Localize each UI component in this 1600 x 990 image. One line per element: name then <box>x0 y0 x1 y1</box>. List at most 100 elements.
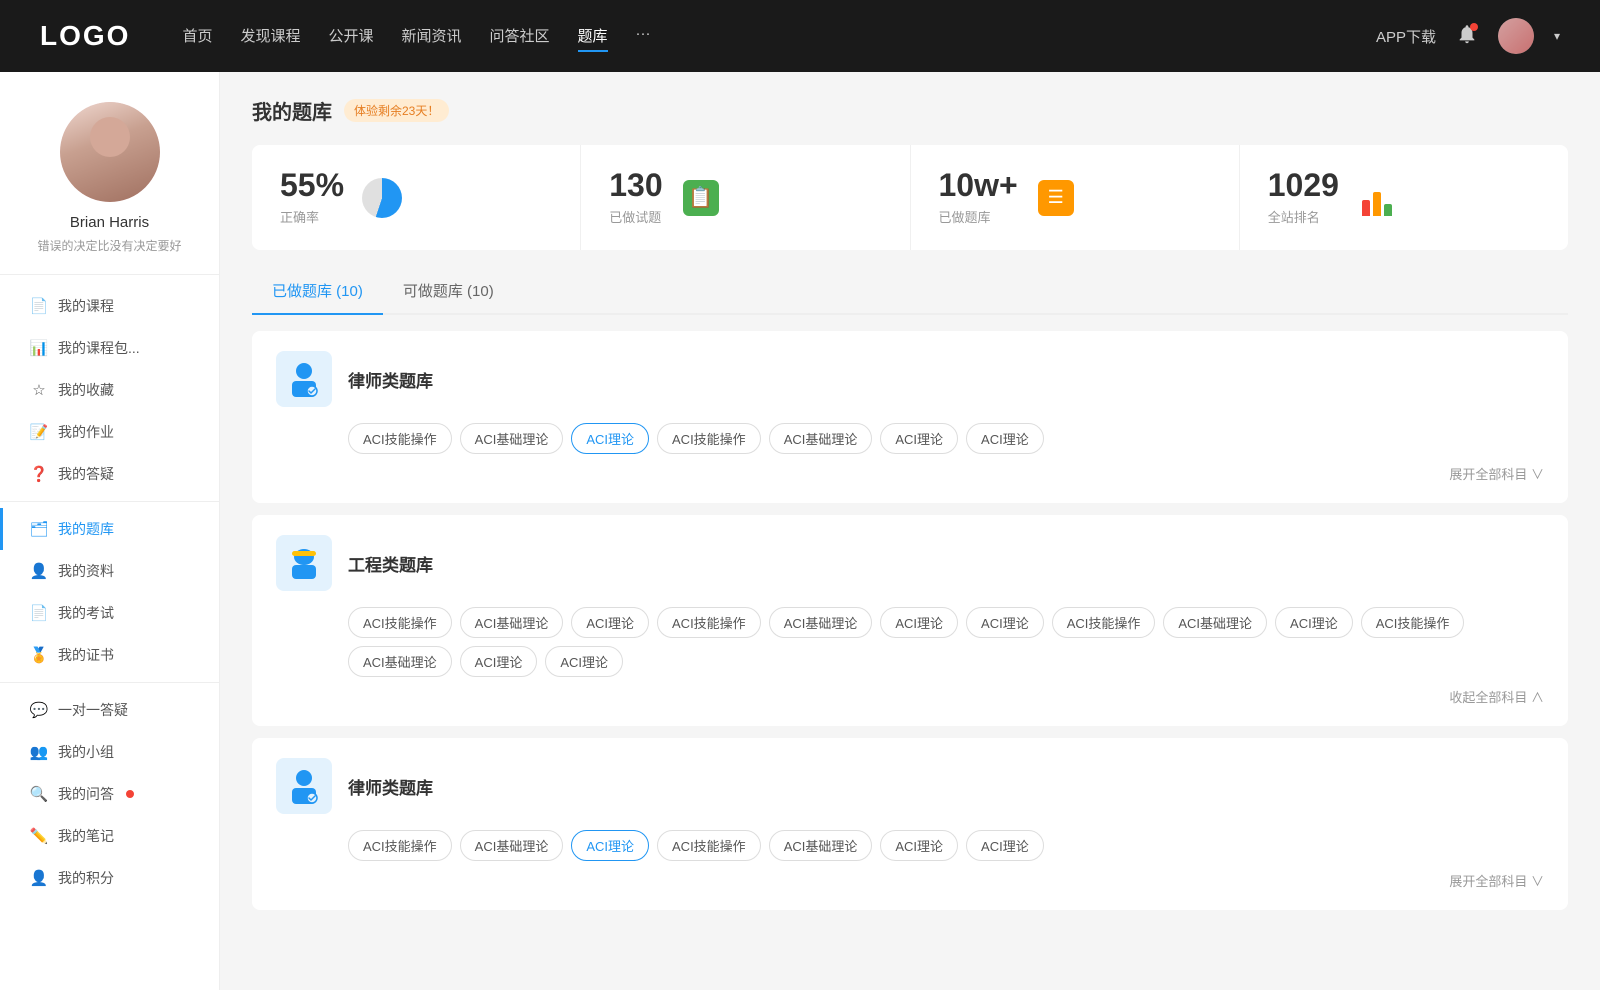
logo[interactable]: LOGO <box>40 20 130 52</box>
nav-link[interactable]: 题库 <box>578 21 608 52</box>
stat-item-0: 55% 正确率 <box>252 145 581 250</box>
tab-0[interactable]: 已做题库 (10) <box>252 270 383 313</box>
pie-chart-icon <box>360 176 404 220</box>
nav-link[interactable]: 新闻资讯 <box>402 21 462 52</box>
sidebar-label-10: 我的小组 <box>58 742 114 762</box>
sidebar-item-9[interactable]: 💬一对一答疑 <box>0 689 219 731</box>
sidebar-item-3[interactable]: 📝我的作业 <box>0 411 219 453</box>
stat-text-0: 55% 正确率 <box>280 169 344 226</box>
tag-0-1[interactable]: ACI基础理论 <box>460 423 564 454</box>
sidebar-item-1[interactable]: 📊 我的课程包... <box>0 327 219 369</box>
tag-0-5[interactable]: ACI理论 <box>880 423 958 454</box>
bank-title-0: 律师类题库 <box>348 367 433 392</box>
user-avatar[interactable] <box>1498 18 1534 54</box>
tag-1-10[interactable]: ACI技能操作 <box>1361 607 1465 638</box>
sidebar-icon-8: 🏅 <box>30 646 48 664</box>
sidebar-icon-10: 👥 <box>30 743 48 761</box>
sidebar-item-12[interactable]: ✏️我的笔记 <box>0 815 219 857</box>
bank-icon-2 <box>276 758 332 814</box>
tag-2-1[interactable]: ACI基础理论 <box>460 830 564 861</box>
tag-1-2[interactable]: ACI理论 <box>571 607 649 638</box>
sidebar-label-5: 我的题库 <box>58 519 114 539</box>
nav-link[interactable]: 发现课程 <box>240 21 300 52</box>
tag-1-6[interactable]: ACI理论 <box>966 607 1044 638</box>
trial-badge: 体验剩余23天！ <box>344 99 449 122</box>
main-content: 我的题库 体验剩余23天！ 55% 正确率 130 已做试题 📋 10w+ 已做… <box>220 72 1600 990</box>
sidebar-item-13[interactable]: 👤我的积分 <box>0 857 219 899</box>
tag-1-4[interactable]: ACI基础理论 <box>769 607 873 638</box>
stat-item-1: 130 已做试题 📋 <box>581 145 910 250</box>
sidebar-icon-6: 👤 <box>30 562 48 580</box>
stat-value-0: 55% <box>280 169 344 201</box>
tag-1-3[interactable]: ACI技能操作 <box>657 607 761 638</box>
tag-1-11[interactable]: ACI基础理论 <box>348 646 452 677</box>
sidebar-label-9: 一对一答疑 <box>58 700 128 720</box>
tags-row-2: ACI技能操作ACI基础理论ACI理论ACI技能操作ACI基础理论ACI理论AC… <box>348 830 1544 861</box>
sidebar-icon-3: 📝 <box>30 423 48 441</box>
nav-link[interactable]: ··· <box>636 21 651 52</box>
sidebar-item-7[interactable]: 📄我的考试 <box>0 592 219 634</box>
sidebar-label-2: 我的收藏 <box>58 380 114 400</box>
bank-card-header-2: 律师类题库 <box>276 758 1544 814</box>
sidebar-label-12: 我的笔记 <box>58 826 114 846</box>
stat-item-3: 1029 全站排名 <box>1240 145 1568 250</box>
tag-1-9[interactable]: ACI理论 <box>1275 607 1353 638</box>
sidebar-label-11: 我的问答 <box>58 784 114 804</box>
tag-2-5[interactable]: ACI理论 <box>880 830 958 861</box>
sidebar-item-11[interactable]: 🔍我的问答 <box>0 773 219 815</box>
sidebar-item-5[interactable]: 🗂 我的题库 <box>0 508 219 550</box>
sidebar-item-0[interactable]: 📄 我的课程 <box>0 285 219 327</box>
tag-2-3[interactable]: ACI技能操作 <box>657 830 761 861</box>
tag-0-0[interactable]: ACI技能操作 <box>348 423 452 454</box>
tag-1-5[interactable]: ACI理论 <box>880 607 958 638</box>
sidebar: Brian Harris 错误的决定比没有决定要好 📄我的课程📊我的课程包...… <box>0 72 220 990</box>
tag-2-6[interactable]: ACI理论 <box>966 830 1044 861</box>
sidebar-item-6[interactable]: 👤我的资料 <box>0 550 219 592</box>
tag-2-0[interactable]: ACI技能操作 <box>348 830 452 861</box>
user-menu-chevron[interactable]: ▾ <box>1554 29 1560 43</box>
tag-1-1[interactable]: ACI基础理论 <box>460 607 564 638</box>
bank-card-footer-2: 展开全部科目 ∨ <box>276 871 1544 890</box>
page-header: 我的题库 体验剩余23天！ <box>252 96 1568 125</box>
sidebar-label-1: 我的课程包... <box>58 338 140 358</box>
sidebar-icon-1: 📊 <box>30 339 48 357</box>
nav-link[interactable]: 问答社区 <box>490 21 550 52</box>
expand-button-2[interactable]: 展开全部科目 ∨ <box>1449 871 1544 890</box>
notification-bell[interactable] <box>1456 23 1478 50</box>
tag-1-12[interactable]: ACI理论 <box>460 646 538 677</box>
note-icon: 📋 <box>679 176 723 220</box>
tab-1[interactable]: 可做题库 (10) <box>383 270 514 313</box>
notification-dot <box>1470 23 1478 31</box>
tag-0-2[interactable]: ACI理论 <box>571 423 649 454</box>
tags-row-1: ACI技能操作ACI基础理论ACI理论ACI技能操作ACI基础理论ACI理论AC… <box>348 607 1544 677</box>
sidebar-icon-2: ☆ <box>30 381 48 399</box>
sidebar-icon-0: 📄 <box>30 297 48 315</box>
tag-2-2[interactable]: ACI理论 <box>571 830 649 861</box>
tag-1-13[interactable]: ACI理论 <box>545 646 623 677</box>
stat-label-1: 已做试题 <box>609 207 662 226</box>
sidebar-item-10[interactable]: 👥 我的小组 <box>0 731 219 773</box>
tag-1-7[interactable]: ACI技能操作 <box>1052 607 1156 638</box>
page-layout: Brian Harris 错误的决定比没有决定要好 📄我的课程📊我的课程包...… <box>0 72 1600 990</box>
expand-button-0[interactable]: 展开全部科目 ∨ <box>1449 464 1544 483</box>
tag-1-8[interactable]: ACI基础理论 <box>1163 607 1267 638</box>
sidebar-item-8[interactable]: 🏅 我的证书 <box>0 634 219 676</box>
sidebar-label-0: 我的课程 <box>58 296 114 316</box>
profile-avatar <box>60 102 160 202</box>
tag-1-0[interactable]: ACI技能操作 <box>348 607 452 638</box>
bank-card-0: 律师类题库 ACI技能操作ACI基础理论ACI理论ACI技能操作ACI基础理论A… <box>252 331 1568 503</box>
nav-link[interactable]: 公开课 <box>328 21 373 52</box>
sidebar-icon-13: 👤 <box>30 869 48 887</box>
expand-button-1[interactable]: 收起全部科目 ∧ <box>1449 687 1544 706</box>
sidebar-icon-5: 🗂 <box>30 520 48 538</box>
sidebar-item-2[interactable]: ☆ 我的收藏 <box>0 369 219 411</box>
tag-0-4[interactable]: ACI基础理论 <box>769 423 873 454</box>
app-download-link[interactable]: APP下载 <box>1376 26 1436 47</box>
tag-0-3[interactable]: ACI技能操作 <box>657 423 761 454</box>
sidebar-label-8: 我的证书 <box>58 645 114 665</box>
sidebar-item-4[interactable]: ❓我的答疑 <box>0 453 219 495</box>
nav-link[interactable]: 首页 <box>182 21 212 52</box>
tag-2-4[interactable]: ACI基础理论 <box>769 830 873 861</box>
stat-value-1: 130 <box>609 169 662 201</box>
tag-0-6[interactable]: ACI理论 <box>966 423 1044 454</box>
